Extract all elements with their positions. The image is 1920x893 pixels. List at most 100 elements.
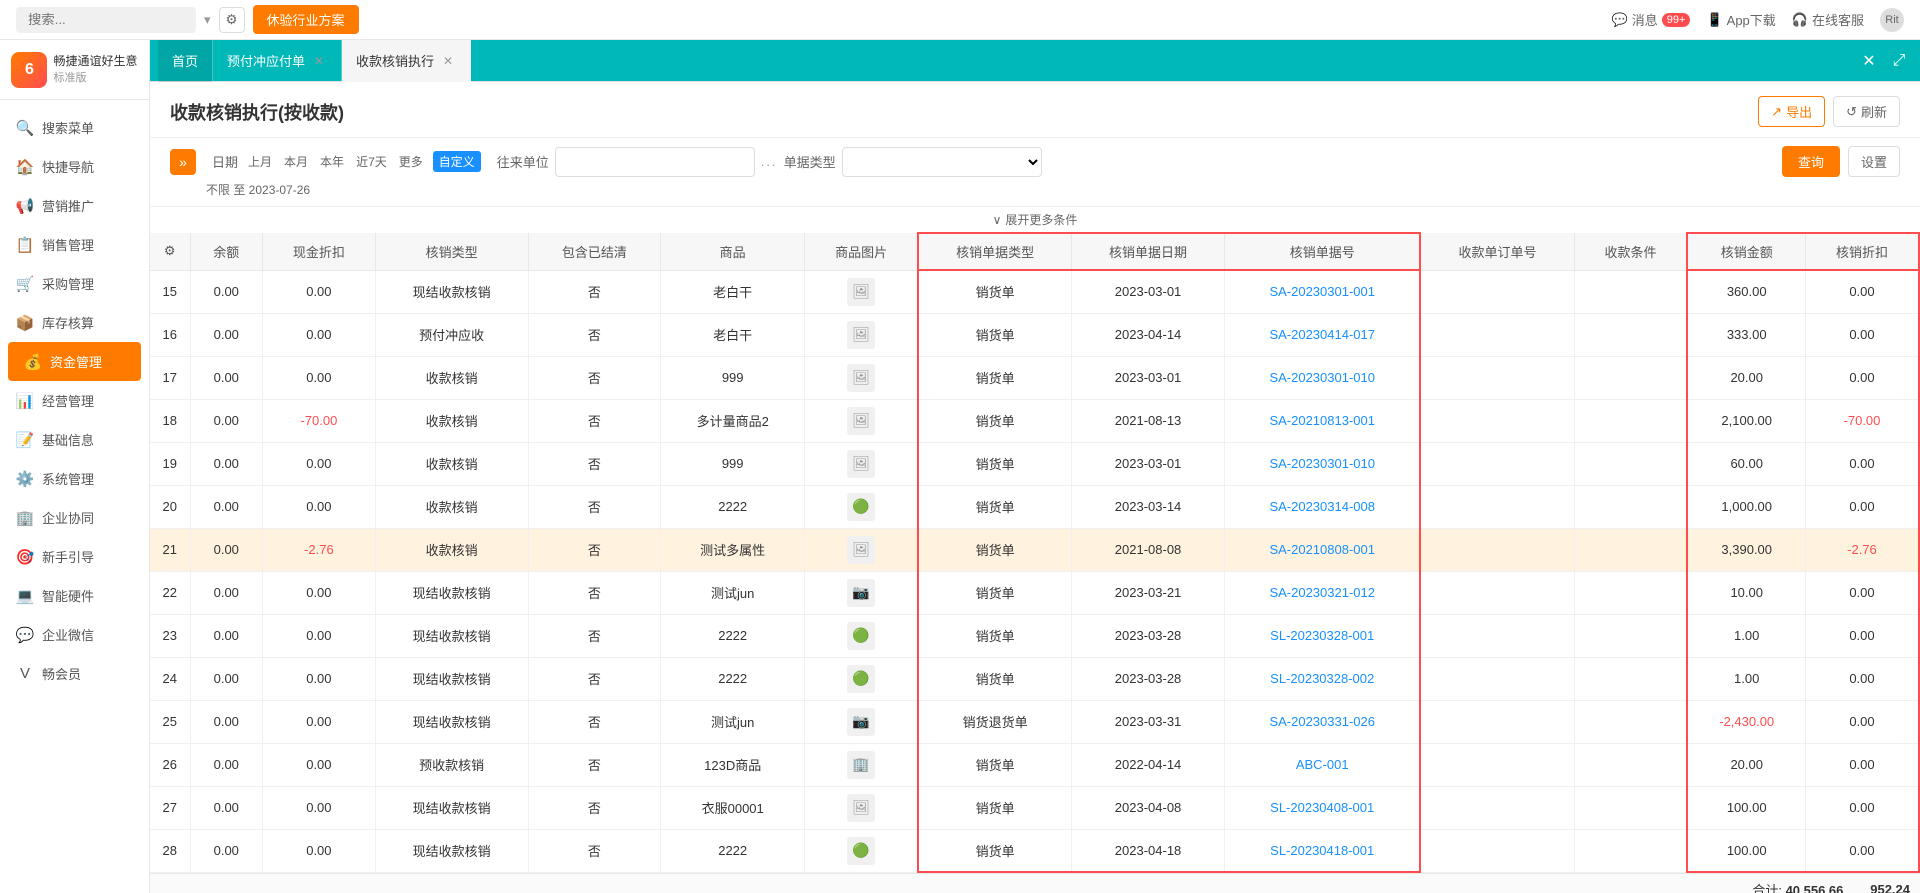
cell-r0-c4: 否	[528, 270, 661, 313]
bill-no-link[interactable]: SL-20230418-001	[1270, 843, 1374, 858]
cell-r3-c9[interactable]: SA-20210813-001	[1224, 399, 1420, 442]
cell-r3-c11	[1574, 399, 1687, 442]
date-option-上月[interactable]: 上月	[244, 151, 276, 172]
bill-no-link[interactable]: SA-20230301-001	[1269, 284, 1375, 299]
expand-more-button[interactable]: ∨ 展开更多条件	[150, 207, 1920, 232]
close-tab-button[interactable]: ✕	[1856, 48, 1882, 74]
cell-r9-c9[interactable]: SL-20230328-002	[1224, 657, 1420, 700]
cell-r13-c9[interactable]: SL-20230418-001	[1224, 829, 1420, 872]
page-content: 收款核销执行(按收款) ↗ 导出 ↺ 刷新	[150, 82, 1920, 893]
cell-r8-c9[interactable]: SL-20230328-001	[1224, 614, 1420, 657]
setting-button[interactable]: 设置	[1848, 146, 1900, 177]
cell-r5-c9[interactable]: SA-20230314-008	[1224, 485, 1420, 528]
partner-input[interactable]	[555, 147, 755, 177]
dropdown-arrow-icon[interactable]: ▾	[204, 12, 211, 28]
message-badge: 99+	[1662, 13, 1691, 27]
bill-no-link[interactable]: SA-20230301-010	[1269, 370, 1375, 385]
tab-collection[interactable]: 收款核销执行✕	[342, 40, 471, 82]
sidebar-item-inventory[interactable]: 📦库存核算	[0, 303, 149, 342]
cell-r12-c6: 🖼	[805, 786, 918, 829]
sidebar-item-marketing[interactable]: 📢营销推广	[0, 186, 149, 225]
product-image: 🖼	[847, 536, 875, 564]
date-custom-button[interactable]: 自定义	[433, 151, 481, 172]
maximize-tab-button[interactable]: ⤢	[1886, 48, 1912, 74]
sidebar-item-member[interactable]: V畅会员	[0, 654, 149, 693]
cell-r8-c12: 1.00	[1687, 614, 1805, 657]
phone-icon: 📱	[1706, 12, 1722, 28]
date-option-本月[interactable]: 本月	[280, 151, 312, 172]
sidebar-item-sales[interactable]: 📋销售管理	[0, 225, 149, 264]
cell-r12-c9[interactable]: SL-20230408-001	[1224, 786, 1420, 829]
bill-no-link[interactable]: SL-20230408-001	[1270, 800, 1374, 815]
sidebar-item-basic[interactable]: 📝基础信息	[0, 420, 149, 459]
user-area[interactable]: Rit	[1880, 8, 1904, 32]
bill-no-link[interactable]: SA-20230314-008	[1269, 499, 1375, 514]
settings-button[interactable]: ⚙	[219, 7, 245, 33]
bill-no-link[interactable]: SA-20230331-026	[1269, 714, 1375, 729]
cell-r1-c9[interactable]: SA-20230414-017	[1224, 313, 1420, 356]
cell-r13-c4: 否	[528, 829, 661, 872]
cell-r0-c9[interactable]: SA-20230301-001	[1224, 270, 1420, 313]
app-download-button[interactable]: 📱 App下载	[1706, 10, 1775, 29]
cell-r8-c13: 0.00	[1805, 614, 1919, 657]
bill-no-link[interactable]: SA-20230414-017	[1269, 327, 1375, 342]
cell-r0-c0: 15	[150, 270, 190, 313]
tab-label-prepay: 预付冲应付单	[227, 51, 305, 70]
cell-r7-c9[interactable]: SA-20230321-012	[1224, 571, 1420, 614]
sidebar-item-search[interactable]: 🔍搜索菜单	[0, 108, 149, 147]
cell-r3-c5: 多计量商品2	[661, 399, 805, 442]
tab-close-prepay[interactable]: ✕	[311, 53, 327, 69]
cell-r2-c9[interactable]: SA-20230301-010	[1224, 356, 1420, 399]
sidebar-item-enterprise[interactable]: 🏢企业协同	[0, 498, 149, 537]
sidebar-item-operation[interactable]: 📊经营管理	[0, 381, 149, 420]
cell-r3-c2: -70.00	[263, 399, 376, 442]
bill-no-link[interactable]: SL-20230328-002	[1270, 671, 1374, 686]
query-button[interactable]: 查询	[1782, 146, 1840, 177]
date-option-本年[interactable]: 本年	[316, 151, 348, 172]
cell-r8-c7: 销货单	[918, 614, 1072, 657]
online-service-button[interactable]: 🎧 在线客服	[1792, 10, 1864, 29]
date-option-近7天[interactable]: 近7天	[352, 151, 391, 172]
tab-close-collection[interactable]: ✕	[440, 53, 456, 69]
cell-r2-c5: 999	[661, 356, 805, 399]
sidebar-item-purchase[interactable]: 🛒采购管理	[0, 264, 149, 303]
cell-r1-c5: 老白干	[661, 313, 805, 356]
sidebar-item-guide[interactable]: 🎯新手引导	[0, 537, 149, 576]
sidebar-item-hardware[interactable]: 💻 智能硬件	[0, 576, 149, 615]
messages-button[interactable]: 💬 消息 99+	[1612, 10, 1691, 29]
sidebar-label-quick-nav: 快捷导航	[42, 157, 94, 176]
sidebar-item-system[interactable]: ⚙️系统管理	[0, 459, 149, 498]
cell-r0-c7: 销货单	[918, 270, 1072, 313]
sidebar-item-quick-nav[interactable]: 🏠 快捷导航	[0, 147, 149, 186]
bill-no-link[interactable]: SA-20210813-001	[1269, 413, 1375, 428]
bill-no-link[interactable]: SA-20210808-001	[1269, 542, 1375, 557]
cell-r11-c9[interactable]: ABC-001	[1224, 743, 1420, 786]
bill-no-link[interactable]: ABC-001	[1296, 757, 1349, 772]
cell-r7-c12: 10.00	[1687, 571, 1805, 614]
date-option-更多[interactable]: 更多	[395, 151, 427, 172]
cell-r4-c3: 收款核销	[375, 442, 528, 485]
hardware-icon: 💻	[16, 587, 34, 605]
quick-nav-icon: 🏠	[16, 158, 34, 176]
cell-r10-c9[interactable]: SA-20230331-026	[1224, 700, 1420, 743]
refresh-button[interactable]: ↺ 刷新	[1833, 96, 1900, 127]
tab-prepay[interactable]: 预付冲应付单 ✕	[213, 40, 342, 82]
sidebar-item-wechat[interactable]: 💬企业微信	[0, 615, 149, 654]
cell-r11-c4: 否	[528, 743, 661, 786]
cell-r7-c5: 测试jun	[661, 571, 805, 614]
tab-home[interactable]: 首页	[158, 40, 213, 82]
cell-r6-c9[interactable]: SA-20210808-001	[1224, 528, 1420, 571]
bill-no-link[interactable]: SA-20230301-010	[1269, 456, 1375, 471]
sidebar-label-hardware: 智能硬件	[42, 586, 94, 605]
industry-button[interactable]: 休验行业方案	[253, 5, 359, 34]
inventory-icon: 📦	[16, 314, 34, 332]
search-input[interactable]	[16, 7, 196, 33]
bill-no-link[interactable]: SL-20230328-001	[1270, 628, 1374, 643]
export-button[interactable]: ↗ 导出	[1758, 96, 1825, 127]
cell-r4-c9[interactable]: SA-20230301-010	[1224, 442, 1420, 485]
bill-no-link[interactable]: SA-20230321-012	[1269, 585, 1375, 600]
sidebar-item-finance[interactable]: 💰资金管理	[8, 342, 141, 381]
settings-icon-cell[interactable]: ⚙	[164, 243, 176, 258]
bill-type-select[interactable]	[842, 147, 1042, 177]
filter-expand-button[interactable]: »	[170, 149, 196, 175]
